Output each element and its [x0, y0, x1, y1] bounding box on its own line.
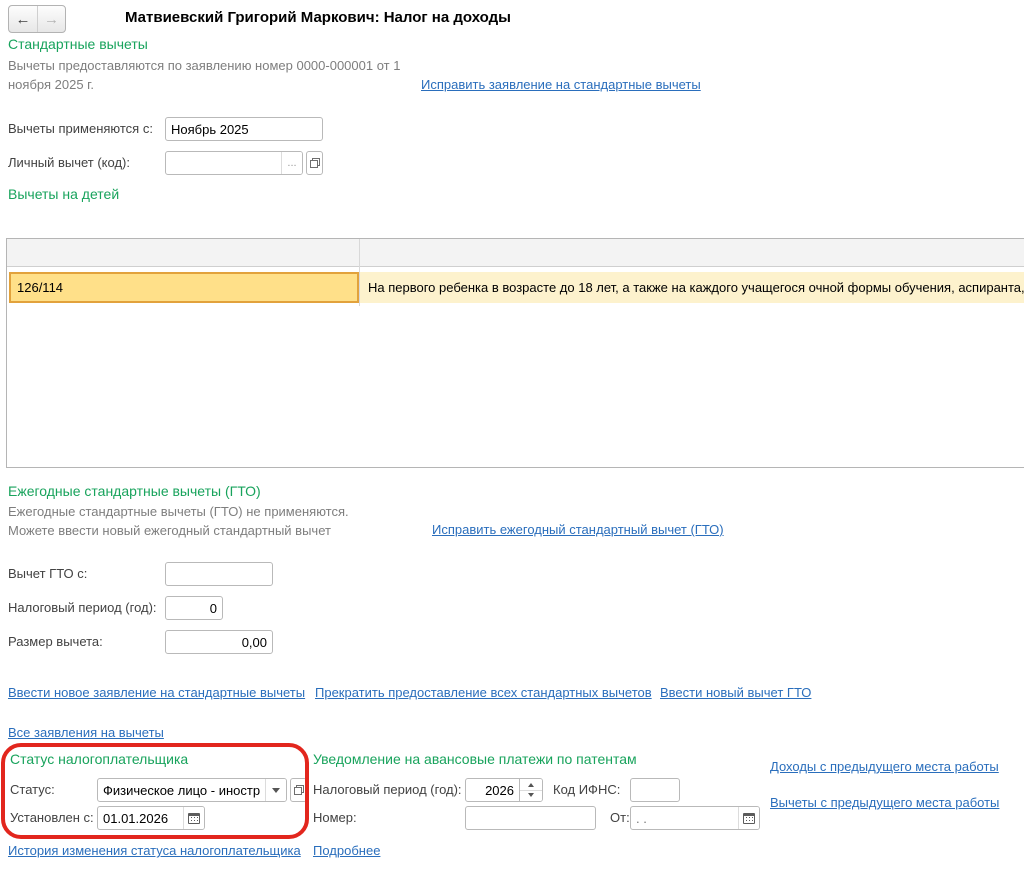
back-arrow-icon: ←	[15, 10, 31, 28]
patent-number-field[interactable]	[465, 806, 596, 830]
gto-from-input[interactable]	[166, 563, 272, 585]
spin-down-button[interactable]	[520, 789, 542, 802]
status-history-link[interactable]: История изменения статуса налогоплательщ…	[8, 842, 301, 859]
deduction-description-cell[interactable]: На первого ребенка в возрасте до 18 лет,…	[360, 272, 1024, 303]
patent-period-label: Налоговый период (год):	[313, 782, 462, 797]
ifns-code-label: Код ИФНС:	[553, 782, 621, 797]
ifns-code-field[interactable]	[630, 778, 680, 802]
patent-period-field[interactable]	[465, 778, 543, 802]
fix-gto-link[interactable]: Исправить ежегодный стандартный вычет (Г…	[432, 521, 724, 538]
gto-period-field[interactable]	[165, 596, 223, 620]
forward-arrow-icon: →	[44, 10, 59, 28]
chevron-down-icon	[272, 788, 280, 797]
spin-up-button[interactable]	[520, 779, 542, 790]
nav-buttons: ← →	[8, 5, 66, 33]
gto-amount-label: Размер вычета:	[8, 634, 103, 649]
status-input[interactable]	[98, 779, 265, 801]
fix-standard-application-link[interactable]: Исправить заявление на стандартные вычет…	[421, 76, 701, 93]
income-tax-form: ← → Матвиевский Григорий Маркович: Налог…	[0, 0, 1024, 869]
gto-amount-field[interactable]	[165, 630, 273, 654]
taxpayer-status-header: Статус налогоплательщика	[10, 751, 189, 767]
open-form-icon	[293, 785, 304, 795]
table-header-row[interactable]	[7, 239, 1024, 267]
children-deductions-table: 126/114 На первого ребенка в возрасте до…	[6, 238, 1024, 468]
patent-number-label: Номер:	[313, 810, 357, 825]
calendar-icon	[743, 812, 755, 824]
gto-description: Ежегодные стандартные вычеты (ГТО) не пр…	[8, 504, 349, 538]
status-combobox[interactable]	[97, 778, 287, 802]
all-applications-link[interactable]: Все заявления на вычеты	[8, 724, 164, 741]
spin-up-icon	[528, 780, 534, 787]
new-gto-deduction-link[interactable]: Ввести новый вычет ГТО	[660, 684, 811, 701]
status-date-input[interactable]	[98, 807, 183, 829]
patent-period-spinner[interactable]	[519, 779, 542, 801]
choose-ellipsis-button[interactable]: ...	[281, 152, 302, 174]
previous-deductions-link[interactable]: Вычеты с предыдущего места работы	[770, 794, 999, 811]
applied-from-label: Вычеты применяются с:	[8, 121, 153, 136]
status-label: Статус:	[10, 782, 55, 797]
status-open-button[interactable]	[290, 778, 307, 802]
new-application-link[interactable]: Ввести новое заявление на стандартные вы…	[8, 684, 305, 701]
standard-deductions-header: Стандартные вычеты	[8, 36, 148, 52]
applied-from-field[interactable]	[165, 117, 323, 141]
forward-button[interactable]: →	[37, 6, 65, 32]
gto-from-label: Вычет ГТО с:	[8, 566, 88, 581]
standard-deductions-description: Вычеты предоставляются по заявлению номе…	[8, 58, 401, 92]
ifns-code-input[interactable]	[631, 779, 679, 801]
spin-down-icon	[528, 793, 534, 800]
personal-deduction-input[interactable]	[166, 152, 281, 174]
calendar-icon	[188, 812, 200, 824]
patent-calendar-button[interactable]	[738, 807, 759, 829]
page-title: Матвиевский Григорий Маркович: Налог на …	[125, 9, 511, 26]
stop-all-deductions-link[interactable]: Прекратить предоставление всех стандартн…	[315, 684, 652, 701]
open-form-icon	[309, 158, 320, 168]
back-button[interactable]: ←	[9, 6, 37, 32]
patent-number-input[interactable]	[466, 807, 595, 829]
children-deductions-header: Вычеты на детей	[8, 186, 120, 202]
gto-period-input[interactable]	[166, 597, 222, 619]
patent-date-field[interactable]	[630, 806, 760, 830]
gto-amount-input[interactable]	[166, 631, 272, 653]
gto-from-field[interactable]	[165, 562, 273, 586]
patent-date-input[interactable]	[631, 807, 738, 829]
applied-from-input[interactable]	[166, 118, 322, 140]
status-dropdown-button[interactable]	[265, 779, 286, 801]
status-set-from-label: Установлен с:	[10, 810, 94, 825]
personal-deduction-open-button[interactable]	[306, 151, 323, 175]
gto-header: Ежегодные стандартные вычеты (ГТО)	[8, 483, 261, 499]
patent-notification-header: Уведомление на авансовые платежи по пате…	[313, 751, 637, 767]
status-calendar-button[interactable]	[183, 807, 204, 829]
patent-details-link[interactable]: Подробнее	[313, 842, 380, 859]
previous-income-link[interactable]: Доходы с предыдущего места работы	[770, 758, 999, 775]
status-date-field[interactable]	[97, 806, 205, 830]
personal-deduction-label: Личный вычет (код):	[8, 155, 130, 170]
patent-period-input[interactable]	[466, 779, 519, 801]
gto-period-label: Налоговый период (год):	[8, 600, 157, 615]
deduction-code-cell[interactable]: 126/114	[9, 272, 359, 303]
patent-date-label: От:	[610, 810, 630, 825]
personal-deduction-field[interactable]: ...	[165, 151, 303, 175]
